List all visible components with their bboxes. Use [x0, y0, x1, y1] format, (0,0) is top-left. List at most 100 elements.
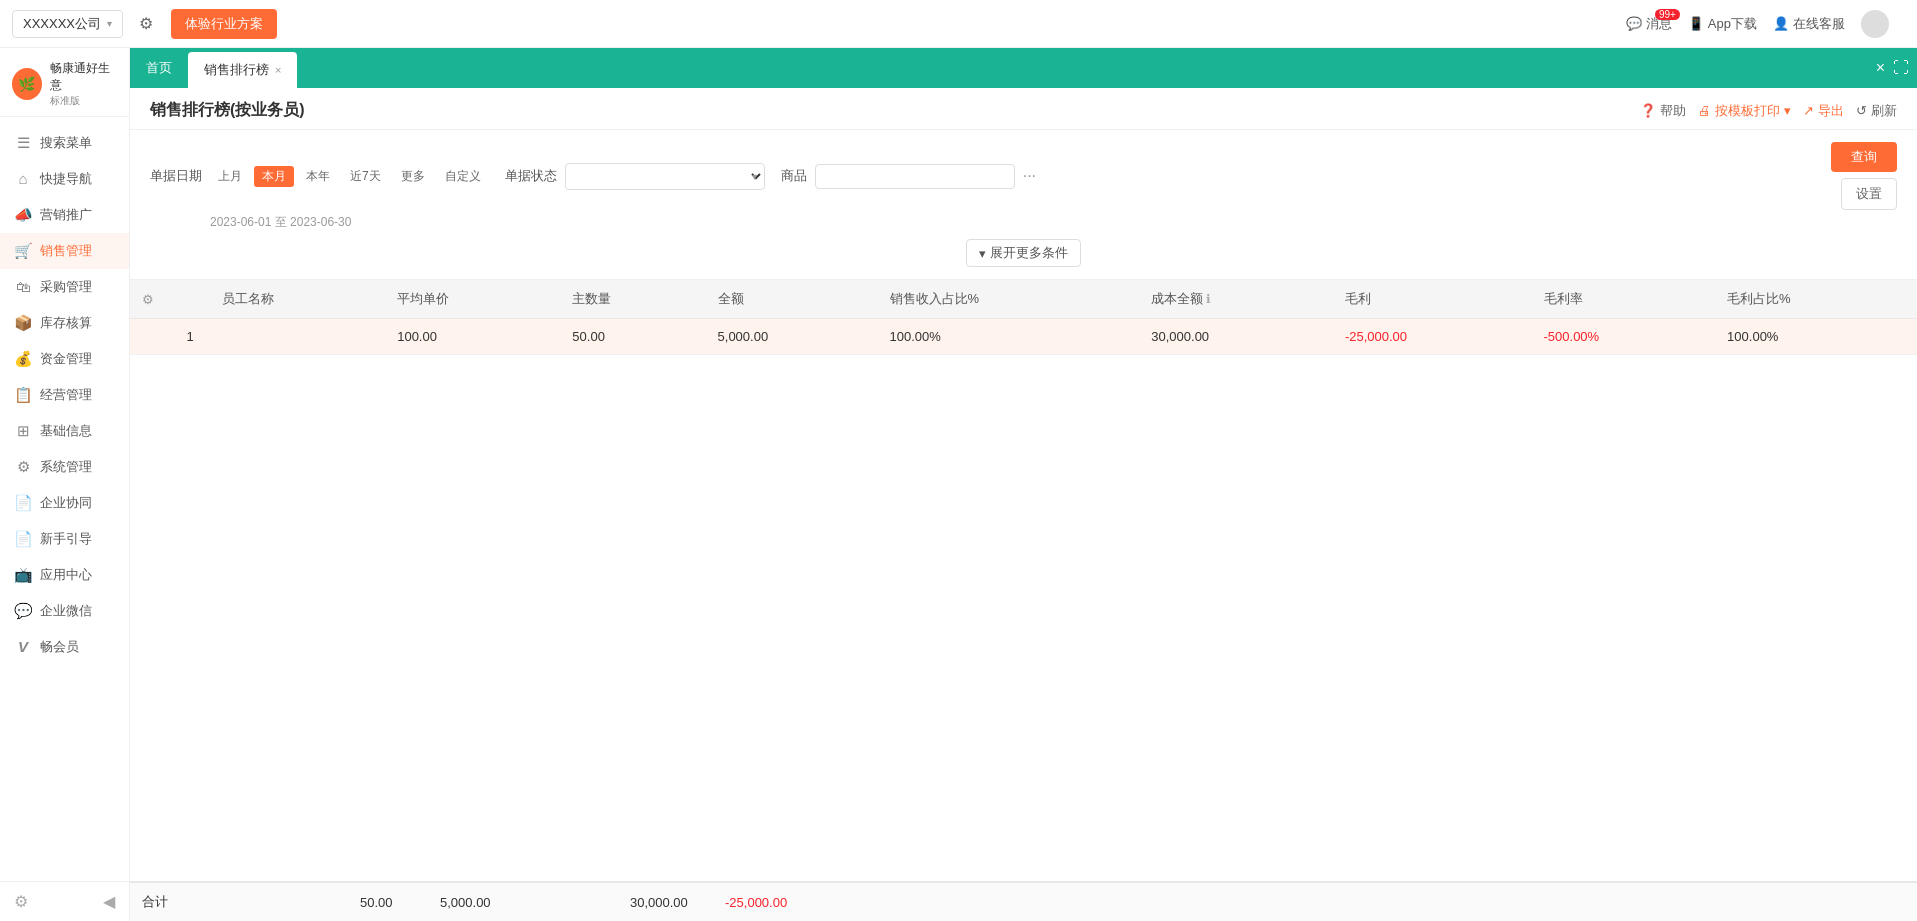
- th-gross-pct: 毛利占比%: [1715, 280, 1917, 319]
- cell-sales-pct: 100.00%: [878, 319, 1140, 355]
- sidebar-item-purchase[interactable]: 🛍 采购管理: [0, 269, 129, 305]
- sidebar-item-member[interactable]: V 畅会员: [0, 629, 129, 665]
- sidebar-item-search[interactable]: ☰ 搜索菜单: [0, 125, 129, 161]
- cell-qty: 50.00: [560, 319, 705, 355]
- trial-btn[interactable]: 体验行业方案: [171, 9, 277, 39]
- sidebar-label-member: 畅会员: [40, 638, 79, 656]
- message-badge: 99+: [1655, 9, 1680, 20]
- company-selector[interactable]: XXXXXX公司 ▾: [12, 10, 123, 38]
- date-tab-thismonth[interactable]: 本月: [254, 166, 294, 187]
- enterprise-icon: 📄: [14, 494, 32, 512]
- sidebar-item-appcenter[interactable]: 📺 应用中心: [0, 557, 129, 593]
- sidebar-item-basicinfo[interactable]: ⊞ 基础信息: [0, 413, 129, 449]
- date-tab-thisyear[interactable]: 本年: [298, 166, 338, 187]
- total-gross: -25,000.00: [725, 895, 820, 910]
- sidebar-label-sales: 销售管理: [40, 242, 92, 260]
- filter-settings-btn[interactable]: 设置: [1841, 178, 1897, 210]
- tab-sales-ranking[interactable]: 销售排行榜 ×: [188, 52, 297, 88]
- wechat-icon: 💬: [14, 602, 32, 620]
- tab-home[interactable]: 首页: [130, 48, 188, 88]
- finance-icon: 💰: [14, 350, 32, 368]
- date-tab-more[interactable]: 更多: [393, 166, 433, 187]
- search-menu-icon: ☰: [14, 134, 32, 152]
- total-row: 合计 50.00 5,000.00 30,000.00 -25,000.00: [142, 893, 1905, 911]
- app-download-btn[interactable]: 📱 App下载: [1688, 15, 1757, 33]
- sidebar-item-system[interactable]: ⚙ 系统管理: [0, 449, 129, 485]
- marketing-icon: 📣: [14, 206, 32, 224]
- th-rank: [170, 280, 210, 319]
- table-footer: 合计 50.00 5,000.00 30,000.00 -25,000.00: [130, 881, 1917, 921]
- status-filter: 单据状态 ▾: [505, 163, 765, 190]
- th-qty: 主数量: [560, 280, 705, 319]
- print-arrow-icon: ▾: [1784, 103, 1791, 118]
- sidebar-item-wechat[interactable]: 💬 企业微信: [0, 593, 129, 629]
- total-label: 合计: [142, 893, 182, 911]
- template-print-btn[interactable]: 🖨 按模板打印 ▾: [1698, 102, 1791, 120]
- guide-icon: 📄: [14, 530, 32, 548]
- messages-btn[interactable]: 💬 消息 99+: [1626, 15, 1672, 33]
- total-qty: 50.00: [360, 895, 440, 910]
- expand-icon: ▾: [979, 246, 986, 261]
- cost-info-icon[interactable]: ℹ: [1206, 292, 1211, 306]
- table-row: 1 100.00 50.00 5,000.00 100.00% 30,000.0…: [130, 319, 1917, 355]
- sidebar-item-sales[interactable]: 🛒 销售管理: [0, 233, 129, 269]
- col-settings-icon[interactable]: ⚙: [142, 292, 154, 307]
- help-btn[interactable]: ❓ 帮助: [1640, 102, 1686, 120]
- sidebar-label-marketing: 营销推广: [40, 206, 92, 224]
- date-tab-custom[interactable]: 自定义: [437, 166, 489, 187]
- sidebar-collapse-btn[interactable]: ◀: [103, 892, 115, 911]
- date-tab-lastmonth[interactable]: 上月: [210, 166, 250, 187]
- page-header: 销售排行榜(按业务员) ❓ 帮助 🖨 按模板打印 ▾ ↗ 导出: [130, 88, 1917, 130]
- refresh-btn[interactable]: ↺ 刷新: [1856, 102, 1897, 120]
- sidebar-item-finance[interactable]: 💰 资金管理: [0, 341, 129, 377]
- quicknav-icon: ⌂: [14, 170, 32, 187]
- tab-sales-ranking-label: 销售排行榜: [204, 61, 269, 79]
- service-icon: 👤: [1773, 16, 1789, 31]
- sidebar-item-enterprise[interactable]: 📄 企业协同: [0, 485, 129, 521]
- sidebar-label-inventory: 库存核算: [40, 314, 92, 332]
- sidebar-label-search: 搜索菜单: [40, 134, 92, 152]
- cell-name: [210, 319, 385, 355]
- online-service-btn[interactable]: 👤 在线客服: [1773, 15, 1845, 33]
- goods-more-btn[interactable]: ···: [1023, 167, 1036, 185]
- sidebar-label-quicknav: 快捷导航: [40, 170, 92, 188]
- expand-filters-btn[interactable]: ▾ 展开更多条件: [966, 239, 1081, 267]
- tab-close-icon[interactable]: ×: [275, 64, 281, 76]
- sidebar-item-inventory[interactable]: 📦 库存核算: [0, 305, 129, 341]
- maximize-window-btn[interactable]: ⛶: [1893, 59, 1909, 77]
- sidebar-settings-icon[interactable]: ⚙: [14, 892, 28, 911]
- date-tab-7days[interactable]: 近7天: [342, 166, 389, 187]
- sidebar-footer: ⚙ ◀: [0, 881, 129, 921]
- cell-avg-price: 100.00: [385, 319, 560, 355]
- date-range-display: 2023-06-01 至 2023-06-30: [210, 215, 351, 229]
- system-icon: ⚙: [14, 458, 32, 476]
- sidebar-label-finance: 资金管理: [40, 350, 92, 368]
- close-window-btn[interactable]: ×: [1876, 59, 1885, 77]
- avatar[interactable]: [1861, 10, 1889, 38]
- sidebar-item-guide[interactable]: 📄 新手引导: [0, 521, 129, 557]
- export-label: 导出: [1818, 102, 1844, 120]
- top-settings-btn[interactable]: ⚙: [131, 9, 161, 39]
- status-select[interactable]: [565, 163, 765, 190]
- tab-bar: 首页 销售排行榜 × × ⛶: [130, 48, 1917, 88]
- cell-settings: [130, 319, 170, 355]
- member-icon: V: [14, 638, 32, 655]
- sidebar-item-operations[interactable]: 📋 经营管理: [0, 377, 129, 413]
- purchase-icon: 🛍: [14, 278, 32, 295]
- sales-icon: 🛒: [14, 242, 32, 260]
- date-filter-label: 单据日期: [150, 167, 202, 185]
- refresh-label: 刷新: [1871, 102, 1897, 120]
- goods-input[interactable]: [815, 164, 1015, 189]
- online-service-label: 在线客服: [1793, 15, 1845, 33]
- th-avg-price: 平均单价: [385, 280, 560, 319]
- goods-filter: 商品 ···: [781, 164, 1036, 189]
- date-tabs: 上月 本月 本年 近7天 更多 自定义: [210, 166, 489, 187]
- sidebar-label-enterprise: 企业协同: [40, 494, 92, 512]
- cell-cost: 30,000.00: [1139, 319, 1333, 355]
- basicinfo-icon: ⊞: [14, 422, 32, 440]
- goods-filter-label: 商品: [781, 167, 807, 185]
- sidebar-item-quicknav[interactable]: ⌂ 快捷导航: [0, 161, 129, 197]
- query-btn[interactable]: 查询: [1831, 142, 1897, 172]
- sidebar-item-marketing[interactable]: 📣 营销推广: [0, 197, 129, 233]
- export-btn[interactable]: ↗ 导出: [1803, 102, 1844, 120]
